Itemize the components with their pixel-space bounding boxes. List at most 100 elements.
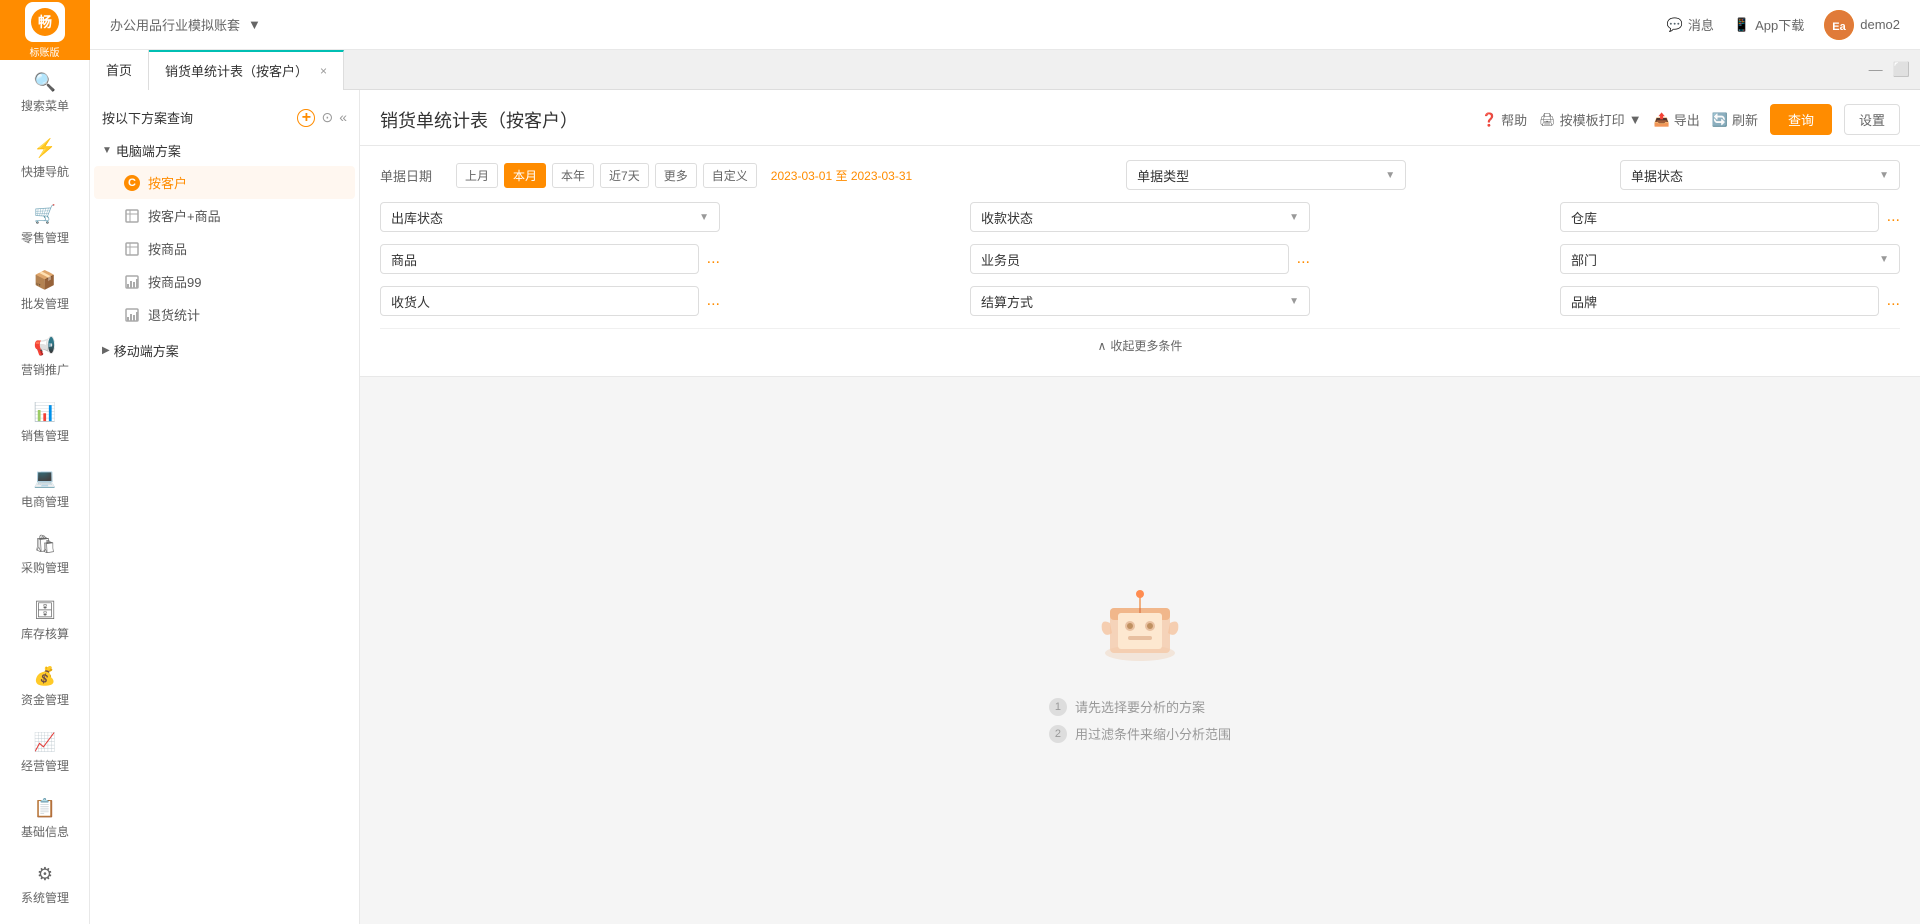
date-buttons: 上月 本月 本年 近7天 更多 自定义 2023-03-01 至 2023-03… — [456, 163, 912, 188]
header-left: 办公用品行业模拟账套 ▼ — [110, 15, 261, 34]
brand-group: 品牌 ... — [1560, 286, 1900, 316]
tree-group-mobile-header[interactable]: ▶ 移动端方案 — [94, 335, 355, 366]
hint-num-1: 1 — [1049, 698, 1067, 716]
query-btn[interactable]: 查询 — [1770, 104, 1832, 135]
custom-btn[interactable]: 自定义 — [703, 163, 757, 188]
settlement-select[interactable]: 结算方式 ▼ — [970, 286, 1310, 316]
more-btn[interactable]: 更多 — [655, 163, 697, 188]
sidebar: 畅 标账版 🔍 搜索菜单 ⚡ 快捷导航 🛒 零售管理 📦 批发管理 📢 营销推广… — [0, 0, 90, 924]
pay-status-select[interactable]: 收款状态 ▼ — [970, 202, 1310, 232]
sidebar-item-base[interactable]: 📋 基础信息 — [0, 786, 89, 852]
department-select[interactable]: 部门 ▼ — [1560, 244, 1900, 274]
sidebar-item-shortcut[interactable]: ⚡ 快捷导航 — [0, 126, 89, 192]
sidebar-item-marketing[interactable]: 📢 营销推广 — [0, 324, 89, 390]
sidebar-label-search: 搜索菜单 — [21, 97, 69, 114]
filter-row-1: 单据日期 上月 本月 本年 近7天 更多 自定义 2023-03-01 至 20… — [380, 160, 1900, 190]
sidebar-item-finance[interactable]: 💰 资金管理 — [0, 654, 89, 720]
sidebar-icon-retail: 🛒 — [34, 204, 56, 225]
sidebar-item-wholesale[interactable]: 📦 批发管理 — [0, 258, 89, 324]
sidebar-item-sales[interactable]: 📊 销售管理 — [0, 390, 89, 456]
last7d-btn[interactable]: 近7天 — [600, 163, 649, 188]
tree-item-icon-product99 — [124, 274, 140, 290]
sidebar-icon-ecommerce: 💻 — [34, 468, 56, 489]
doc-status-select[interactable]: 单据状态 ▼ — [1620, 160, 1900, 190]
panel-title: 按以下方案查询 — [102, 108, 193, 127]
doc-type-arrow: ▼ — [1385, 170, 1395, 181]
tree-section: ▼ 电脑端方案 C 按客户 按客户+商品 — [90, 135, 359, 366]
sidebar-item-ecommerce[interactable]: 💻 电商管理 — [0, 456, 89, 522]
product-select[interactable]: 商品 — [380, 244, 699, 274]
brand-select[interactable]: 品牌 — [1560, 286, 1879, 316]
sidebar-item-search[interactable]: 🔍 搜索菜单 — [0, 60, 89, 126]
print-btn[interactable]: 🖨 按模板打印 ▼ — [1539, 110, 1641, 129]
tab-minimize-btn[interactable]: — — [1869, 61, 1883, 78]
product-group: 商品 ... — [380, 244, 720, 274]
recipient-ellipsis[interactable]: ... — [707, 292, 720, 310]
department-arrow: ▼ — [1879, 254, 1889, 265]
sidebar-item-enterprise[interactable]: 🏢 企业协同 — [0, 918, 89, 924]
tab-home[interactable]: 首页 — [90, 50, 149, 90]
salesman-ellipsis[interactable]: ... — [1297, 250, 1310, 268]
sidebar-item-operation[interactable]: 📈 经营管理 — [0, 720, 89, 786]
sidebar-icon-sales: 📊 — [34, 402, 56, 423]
content-area: 按以下方案查询 + ⊙ « ▼ 电脑端方案 C — [90, 90, 1920, 924]
tab-home-label: 首页 — [106, 60, 132, 79]
sidebar-icon-purchase: 🛍 — [34, 534, 57, 555]
collapse-bar[interactable]: ∧ 收起更多条件 — [380, 328, 1900, 362]
sidebar-icon-marketing: 📢 — [34, 336, 56, 357]
app-dropdown-arrow[interactable]: ▼ — [248, 17, 261, 32]
page-title: 销货单统计表（按客户） — [380, 107, 578, 133]
product-ellipsis[interactable]: ... — [707, 250, 720, 268]
salesman-select[interactable]: 业务员 — [970, 244, 1289, 274]
panel-add-btn[interactable]: + — [297, 109, 315, 127]
pay-status-arrow: ▼ — [1289, 212, 1299, 223]
settings-btn[interactable]: 设置 — [1844, 104, 1900, 135]
tree-item-customer[interactable]: C 按客户 — [94, 166, 355, 199]
main-area: 办公用品行业模拟账套 ▼ 💬 消息 📱 App下载 Ea demo2 — [90, 0, 1920, 924]
sidebar-label-system: 系统管理 — [21, 889, 69, 906]
help-btn[interactable]: ❓ 帮助 — [1481, 110, 1527, 129]
warehouse-ellipsis[interactable]: ... — [1887, 208, 1900, 226]
warehouse-select[interactable]: 仓库 — [1560, 202, 1879, 232]
brand-ellipsis[interactable]: ... — [1887, 292, 1900, 310]
out-status-arrow: ▼ — [699, 212, 709, 223]
hint-text-2: 用过滤条件来缩小分析范围 — [1075, 724, 1231, 743]
panel-settings-btn[interactable]: ⊙ — [321, 109, 333, 127]
message-btn[interactable]: 💬 消息 — [1667, 15, 1714, 34]
tree-item-return[interactable]: 退货统计 — [94, 298, 355, 331]
tab-restore-btn[interactable]: ⬜ — [1893, 61, 1910, 78]
sidebar-label-shortcut: 快捷导航 — [21, 163, 69, 180]
tree-item-customer-product[interactable]: 按客户+商品 — [94, 199, 355, 232]
print-arrow[interactable]: ▼ — [1629, 112, 1642, 127]
collapse-arrow-icon: ∧ — [1098, 339, 1107, 353]
tree-item-product[interactable]: 按商品 — [94, 232, 355, 265]
panel-collapse-btn[interactable]: « — [339, 109, 347, 127]
recipient-group: 收货人 ... — [380, 286, 720, 316]
sidebar-label-sales: 销售管理 — [21, 427, 69, 444]
sidebar-item-retail[interactable]: 🛒 零售管理 — [0, 192, 89, 258]
this-year-btn[interactable]: 本年 — [552, 163, 594, 188]
recipient-select[interactable]: 收货人 — [380, 286, 699, 316]
export-btn[interactable]: 📤 导出 — [1654, 110, 1700, 129]
export-icon: 📤 — [1654, 112, 1670, 128]
sidebar-label-marketing: 营销推广 — [21, 361, 69, 378]
tree-group-pc-header[interactable]: ▼ 电脑端方案 — [94, 135, 355, 166]
tab-close-btn[interactable]: × — [320, 64, 327, 78]
refresh-btn[interactable]: 🔄 刷新 — [1712, 110, 1758, 129]
sidebar-label-finance: 资金管理 — [21, 691, 69, 708]
last-month-btn[interactable]: 上月 — [456, 163, 498, 188]
sidebar-icon-system: ⚙ — [37, 864, 53, 885]
doc-type-select[interactable]: 单据类型 ▼ — [1126, 160, 1406, 190]
sidebar-item-inventory[interactable]: 🗄 库存核算 — [0, 588, 89, 654]
tab-active[interactable]: 销货单统计表（按客户） × — [149, 50, 344, 90]
sidebar-item-system[interactable]: ⚙ 系统管理 — [0, 852, 89, 918]
tree-group-mobile-label: 移动端方案 — [114, 341, 179, 360]
user-avatar[interactable]: Ea demo2 — [1824, 10, 1900, 40]
sidebar-icon-operation: 📈 — [34, 732, 56, 753]
tree-item-product99[interactable]: 按商品99 — [94, 265, 355, 298]
out-status-select[interactable]: 出库状态 ▼ — [380, 202, 720, 232]
filter-row-4: 收货人 ... 结算方式 ▼ 品牌 ... — [380, 286, 1900, 316]
this-month-btn[interactable]: 本月 — [504, 163, 546, 188]
app-download-btn[interactable]: 📱 App下载 — [1734, 15, 1804, 34]
sidebar-item-purchase[interactable]: 🛍 采购管理 — [0, 522, 89, 588]
